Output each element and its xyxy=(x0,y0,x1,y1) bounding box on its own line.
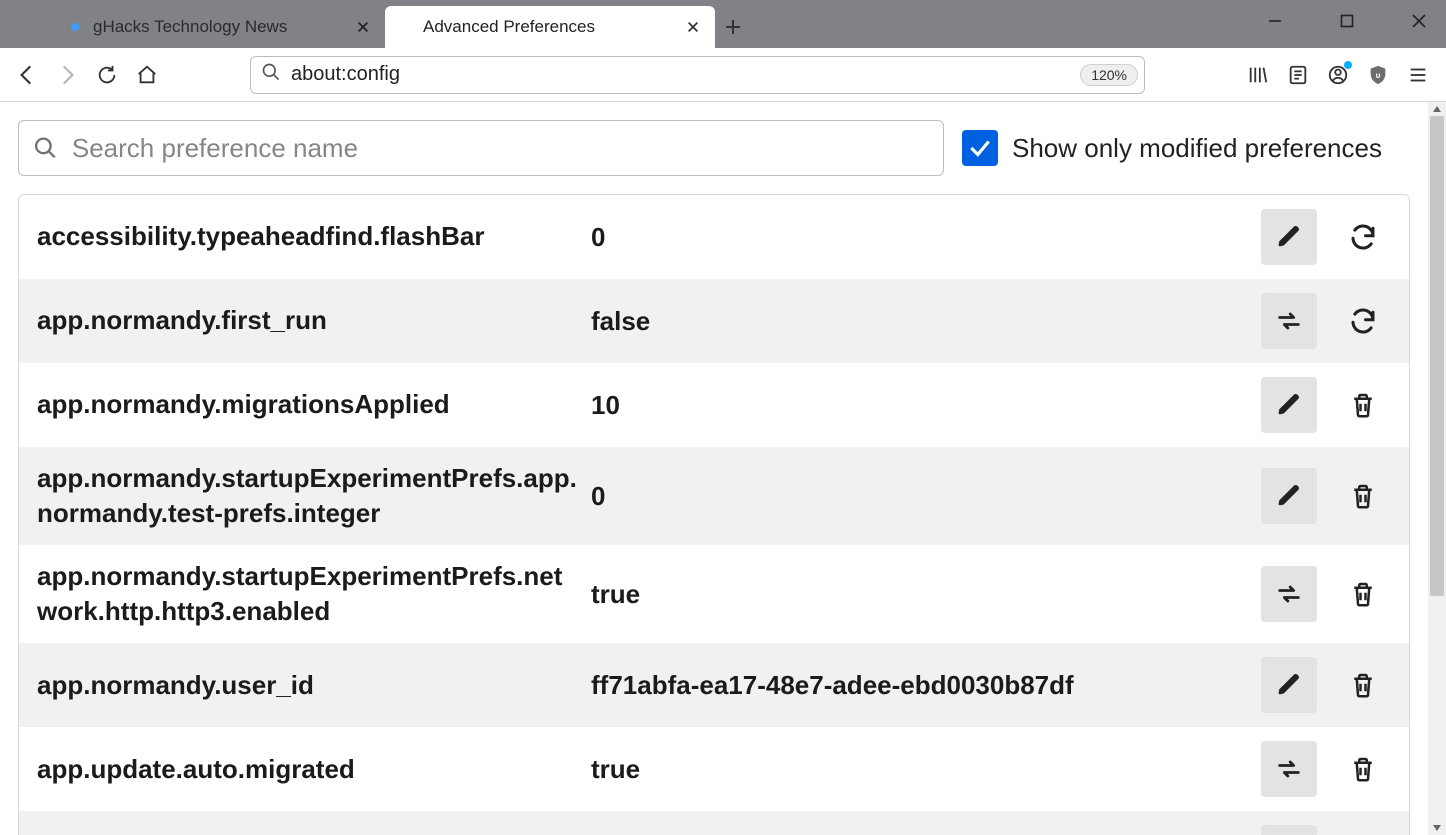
reader-icon[interactable] xyxy=(1284,61,1312,89)
tab-title: Advanced Preferences xyxy=(423,17,673,37)
toolbar-right: υ xyxy=(1244,61,1432,89)
pref-name: app.normandy.user_id xyxy=(37,668,577,703)
page-content: Show only modified preferences accessibi… xyxy=(0,102,1428,835)
url-text[interactable]: about:config xyxy=(291,63,1070,86)
pref-row: app.normandy.user_id ff71abfa-ea17-48e7-a… xyxy=(19,643,1409,727)
pref-reset-button[interactable] xyxy=(1335,293,1391,349)
shield-icon[interactable]: υ xyxy=(1364,61,1392,89)
pref-row: app.update.download.attempts0 xyxy=(19,811,1409,835)
maximize-button[interactable] xyxy=(1324,4,1370,38)
pref-search-box[interactable] xyxy=(18,120,944,176)
pref-value: true xyxy=(591,579,1247,610)
new-tab-button[interactable] xyxy=(715,6,751,48)
pref-search-input[interactable] xyxy=(72,133,929,164)
pref-delete-button[interactable] xyxy=(1335,566,1391,622)
search-icon xyxy=(33,135,58,161)
pref-row: app.normandy.startupExperimentPrefs.netw… xyxy=(19,545,1409,643)
pref-edit-button[interactable] xyxy=(1261,657,1317,713)
tab-strip: gHacks Technology News Advanced Preferenc… xyxy=(0,0,1252,48)
pref-delete-button[interactable] xyxy=(1335,468,1391,524)
pref-name: app.normandy.first_run xyxy=(37,303,577,338)
vertical-scrollbar[interactable] xyxy=(1428,102,1446,835)
pref-reset-button[interactable] xyxy=(1335,209,1391,265)
pref-value: true xyxy=(591,754,1247,785)
browser-tab[interactable]: gHacks Technology News xyxy=(55,6,385,48)
pref-name: accessibility.typeaheadfind.flashBar xyxy=(37,219,577,254)
close-tab-button[interactable] xyxy=(683,17,703,37)
back-button[interactable] xyxy=(10,58,44,92)
pref-edit-button[interactable] xyxy=(1261,468,1317,524)
pref-toggle-button[interactable] xyxy=(1261,293,1317,349)
scrollbar-thumb[interactable] xyxy=(1430,116,1444,596)
forward-button[interactable] xyxy=(50,58,84,92)
pref-value: false xyxy=(591,306,1247,337)
pref-name: app.normandy.migrationsApplied xyxy=(37,387,577,422)
minimize-button[interactable] xyxy=(1252,4,1298,38)
pref-value: ff71abfa-ea17-48e7-adee-ebd0030b87df xyxy=(591,670,1247,701)
pref-delete-button[interactable] xyxy=(1335,377,1391,433)
reload-button[interactable] xyxy=(90,58,124,92)
pref-name: app.normandy.startupExperimentPrefs.netw… xyxy=(37,559,577,629)
show-modified-checkbox[interactable] xyxy=(962,130,998,166)
pref-toggle-button[interactable] xyxy=(1261,566,1317,622)
pref-row: app.normandy.migrationsApplied 10 xyxy=(19,363,1409,447)
pref-value: 0 xyxy=(591,222,1247,253)
account-icon[interactable] xyxy=(1324,61,1352,89)
svg-text:υ: υ xyxy=(1376,70,1381,79)
pref-name: app.update.auto.migrated xyxy=(37,752,577,787)
tab-title: gHacks Technology News xyxy=(93,17,343,37)
search-icon xyxy=(261,62,281,87)
browser-tab[interactable]: Advanced Preferences xyxy=(385,6,715,48)
pref-row: app.normandy.startupExperimentPrefs.app.… xyxy=(19,447,1409,545)
pref-delete-button[interactable] xyxy=(1335,825,1391,835)
check-icon xyxy=(967,135,993,161)
notification-dot-icon xyxy=(1344,61,1352,69)
close-window-button[interactable] xyxy=(1396,4,1442,38)
pref-value: 0 xyxy=(591,481,1247,512)
zoom-indicator[interactable]: 120% xyxy=(1080,64,1138,86)
url-bar[interactable]: about:config 120% xyxy=(250,56,1145,94)
pref-row: app.update.auto.migrated true xyxy=(19,727,1409,811)
pref-row: app.normandy.first_run false xyxy=(19,279,1409,363)
pref-edit-button[interactable] xyxy=(1261,209,1317,265)
window-controls xyxy=(1252,0,1446,48)
pref-delete-button[interactable] xyxy=(1335,657,1391,713)
favicon-icon xyxy=(397,19,413,35)
pref-value: 10 xyxy=(591,390,1247,421)
titlebar: gHacks Technology News Advanced Preferenc… xyxy=(0,0,1446,48)
home-button[interactable] xyxy=(130,58,164,92)
favicon-icon xyxy=(67,19,83,35)
pref-row: accessibility.typeaheadfind.flashBar 0 xyxy=(19,195,1409,279)
pref-name: app.normandy.startupExperimentPrefs.app.… xyxy=(37,461,577,531)
close-tab-button[interactable] xyxy=(353,17,373,37)
pref-edit-button[interactable] xyxy=(1261,825,1317,835)
app-menu-button[interactable] xyxy=(1404,61,1432,89)
nav-toolbar: about:config 120% υ xyxy=(0,48,1446,102)
show-modified-label: Show only modified preferences xyxy=(1012,133,1382,164)
pref-delete-button[interactable] xyxy=(1335,741,1391,797)
library-icon[interactable] xyxy=(1244,61,1272,89)
pref-toggle-button[interactable] xyxy=(1261,741,1317,797)
pref-edit-button[interactable] xyxy=(1261,377,1317,433)
preferences-table: accessibility.typeaheadfind.flashBar 0 app… xyxy=(18,194,1410,835)
